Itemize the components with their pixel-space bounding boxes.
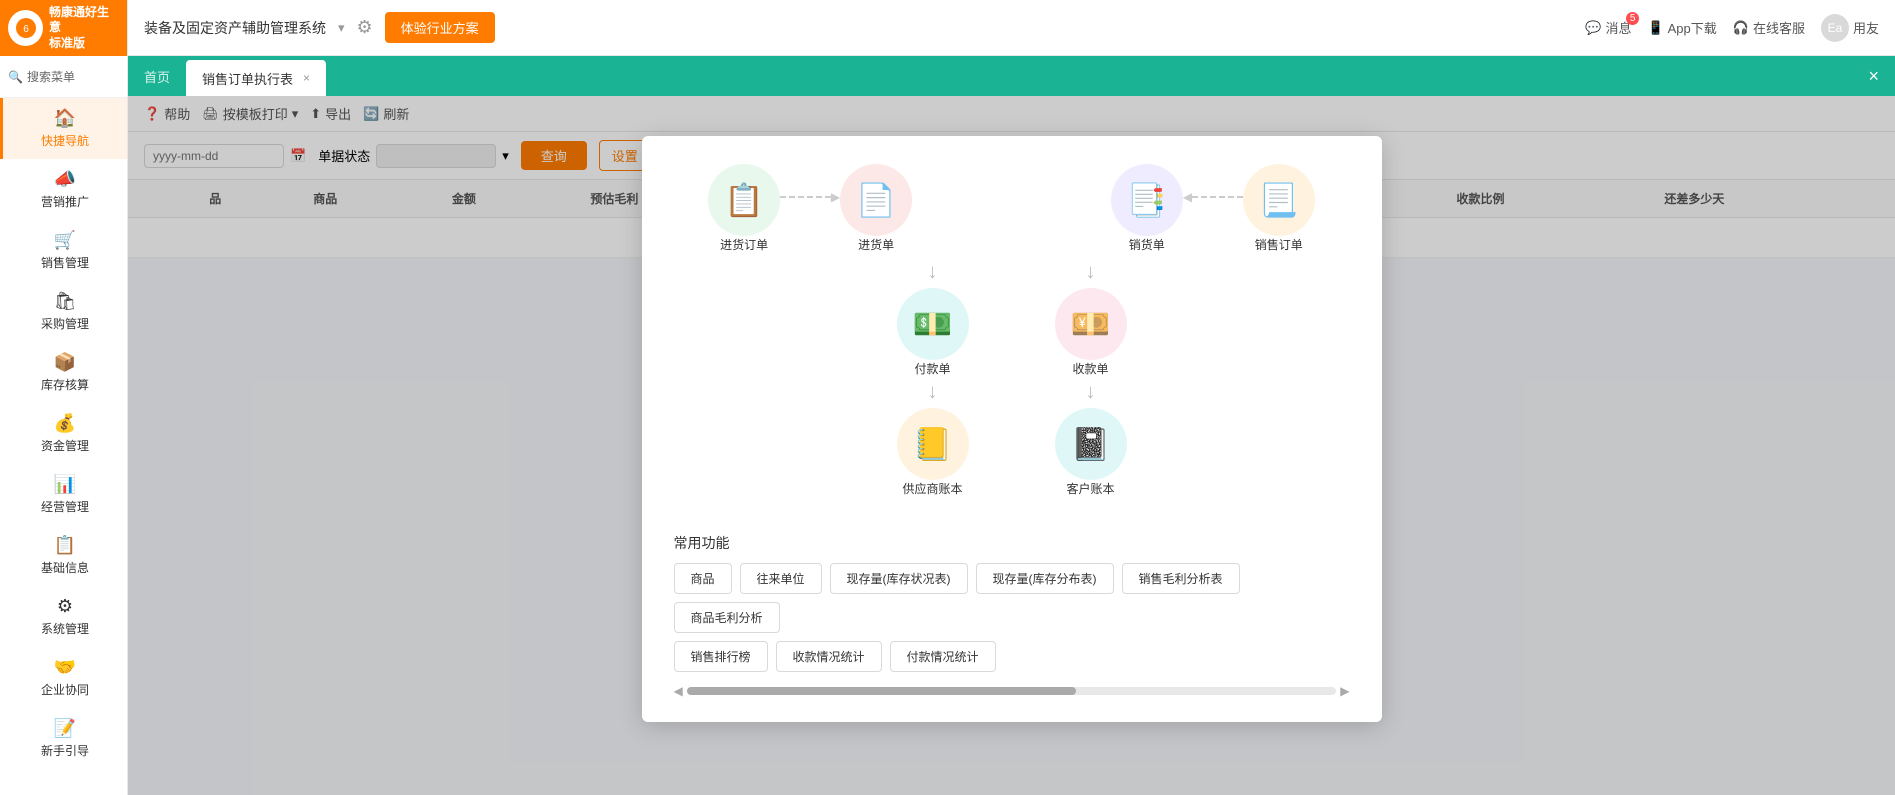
purchase-order-label: 进货订单 — [720, 236, 768, 253]
tab-close-icon[interactable]: × — [303, 71, 310, 85]
headset-icon: 🎧 — [1733, 20, 1749, 36]
page-content: ❓ 帮助 🖨 按模板打印 ▾ ⬆ 导出 🔄 刷新 — [128, 96, 1895, 795]
tab-bar-close-icon[interactable]: × — [1852, 56, 1895, 96]
receipt-bill-node[interactable]: 💴 收款单 — [1055, 288, 1127, 377]
receipt-bill-label: 收款单 — [1072, 360, 1108, 377]
user-menu[interactable]: Ea 用友 — [1821, 14, 1879, 42]
trial-button[interactable]: 体验行业方案 — [385, 12, 495, 43]
top-bar: 装备及固定资产辅助管理系统 ▾ ⚙ 体验行业方案 💬 消息 5 📱 App下载 … — [128, 0, 1895, 56]
purchase-order-icon: 📋 — [708, 164, 780, 236]
sale-order-label: 销售订单 — [1255, 236, 1303, 253]
logo-text: 畅康通好生意 标准版 — [49, 5, 119, 52]
sidebar-item-finance[interactable]: 💰 资金管理 — [0, 403, 127, 464]
svg-text:6: 6 — [23, 24, 29, 35]
operations-icon: 📊 — [54, 474, 76, 495]
main-content: 装备及固定资产辅助管理系统 ▾ ⚙ 体验行业方案 💬 消息 5 📱 App下载 … — [128, 0, 1895, 795]
supplier-ledger-label: 供应商账本 — [902, 480, 962, 497]
message-action[interactable]: 💬 消息 5 — [1585, 18, 1631, 37]
receipt-bill-icon: 💴 — [1055, 288, 1127, 360]
sidebar-item-quick-nav[interactable]: 🏠 快捷导航 — [0, 98, 127, 159]
sale-bill-label: 销货单 — [1129, 236, 1165, 253]
purchase-order-node[interactable]: 📋 进货订单 — [708, 164, 780, 253]
flow-section: 📋 进货订单 ▶ 📄 — [674, 164, 1350, 525]
message-icon: 💬 — [1585, 20, 1601, 36]
sidebar-item-inventory[interactable]: 📦 库存核算 — [0, 342, 127, 403]
payment-bill-icon: 💵 — [897, 288, 969, 360]
sidebar-nav: 🏠 快捷导航 📣 营销推广 🛒 销售管理 🛍 采购管理 📦 库存核算 💰 — [0, 98, 127, 795]
payment-bill-node[interactable]: 💵 付款单 — [897, 288, 969, 377]
func-buttons-row1: 商品 往来单位 现存量(库存状况表) 现存量(库存分布表) 销售毛利分析表 商品… — [674, 563, 1350, 633]
system-title: 装备及固定资产辅助管理系统 — [144, 18, 326, 38]
scroll-right-icon[interactable]: ▶ — [1340, 684, 1349, 698]
search-menu-button[interactable]: 🔍 搜索菜单 — [8, 64, 119, 89]
modal-scrollbar[interactable]: ◀ ▶ — [674, 684, 1350, 698]
func-btn-goods-profit[interactable]: 商品毛利分析 — [674, 602, 780, 633]
app-download-action[interactable]: 📱 App下载 — [1647, 18, 1716, 37]
sidebar-search[interactable]: 🔍 搜索菜单 — [0, 56, 127, 98]
supplier-ledger-icon: 📒 — [897, 408, 969, 480]
search-icon: 🔍 — [8, 70, 23, 84]
sale-bill-node[interactable]: 📑 销货单 — [1111, 164, 1183, 253]
online-service-action[interactable]: 🎧 在线客服 — [1733, 18, 1805, 37]
scroll-thumb[interactable] — [687, 687, 1077, 695]
sales-icon: 🛒 — [54, 230, 76, 251]
func-btn-receipt-stats[interactable]: 收款情况统计 — [776, 641, 882, 672]
sidebar-item-enterprise[interactable]: 🤝 企业协同 — [0, 647, 127, 708]
sale-order-icon: 📃 — [1243, 164, 1315, 236]
basic-icon: 📋 — [54, 535, 76, 556]
purchase-bill-node[interactable]: 📄 进货单 — [840, 164, 912, 253]
common-functions-title: 常用功能 — [674, 533, 1350, 553]
gear-icon[interactable]: ⚙ — [357, 17, 373, 38]
payment-bill-label: 付款单 — [914, 360, 950, 377]
sidebar-item-guide[interactable]: 📝 新手引导 — [0, 708, 127, 769]
func-btn-sales-rank[interactable]: 销售排行榜 — [674, 641, 768, 672]
flow-modal: 📋 进货订单 ▶ 📄 — [642, 136, 1382, 722]
top-bar-actions: 💬 消息 5 📱 App下载 🎧 在线客服 Ea 用友 — [1585, 14, 1879, 42]
customer-ledger-node[interactable]: 📓 客户账本 — [1055, 408, 1127, 497]
avatar: Ea — [1821, 14, 1849, 42]
sidebar-item-operations[interactable]: 📊 经营管理 — [0, 464, 127, 525]
scroll-track — [687, 687, 1337, 695]
guide-icon: 📝 — [54, 718, 76, 739]
func-btn-sales-profit[interactable]: 销售毛利分析表 — [1122, 563, 1240, 594]
func-btn-goods[interactable]: 商品 — [674, 563, 732, 594]
scroll-left-icon[interactable]: ◀ — [674, 684, 683, 698]
logo-icon: 6 — [8, 10, 43, 46]
finance-icon: 💰 — [54, 413, 76, 434]
purchase-bill-icon: 📄 — [840, 164, 912, 236]
inventory-icon: 📦 — [54, 352, 76, 373]
func-btn-payment-stats[interactable]: 付款情况统计 — [890, 641, 996, 672]
func-btn-stock-dist[interactable]: 现存量(库存分布表) — [976, 563, 1114, 594]
dropdown-arrow-icon[interactable]: ▾ — [338, 20, 345, 36]
sidebar-item-system[interactable]: ⚙ 系统管理 — [0, 586, 127, 647]
tab-sales-order[interactable]: 销售订单执行表 × — [186, 60, 326, 96]
tab-home[interactable]: 首页 — [128, 56, 186, 96]
message-badge: 5 — [1626, 12, 1640, 25]
func-btn-stock-status[interactable]: 现存量(库存状况表) — [830, 563, 968, 594]
sidebar-item-purchase[interactable]: 🛍 采购管理 — [0, 281, 127, 342]
sale-order-node[interactable]: 📃 销售订单 — [1243, 164, 1315, 253]
customer-ledger-icon: 📓 — [1055, 408, 1127, 480]
sidebar-item-marketing[interactable]: 📣 营销推广 — [0, 159, 127, 220]
sale-bill-icon: 📑 — [1111, 164, 1183, 236]
func-btn-partner[interactable]: 往来单位 — [740, 563, 822, 594]
modal-overlay[interactable]: 📋 进货订单 ▶ 📄 — [128, 96, 1895, 795]
sidebar-logo: 6 畅康通好生意 标准版 — [0, 0, 127, 56]
tab-bar: 首页 销售订单执行表 × × — [128, 56, 1895, 96]
enterprise-icon: 🤝 — [54, 657, 76, 678]
home-icon: 🏠 — [54, 108, 76, 129]
customer-ledger-label: 客户账本 — [1066, 480, 1114, 497]
marketing-icon: 📣 — [54, 169, 76, 190]
system-icon: ⚙ — [57, 596, 73, 617]
purchase-icon: 🛍 — [54, 291, 77, 312]
sidebar: 6 畅康通好生意 标准版 🔍 搜索菜单 🏠 快捷导航 📣 营销推广 � — [0, 0, 128, 795]
sidebar-item-basic[interactable]: 📋 基础信息 — [0, 525, 127, 586]
common-functions: 常用功能 商品 往来单位 现存量(库存状况表) 现存量(库存分布表) 销售毛利分… — [674, 533, 1350, 672]
sidebar-item-sales[interactable]: 🛒 销售管理 — [0, 220, 127, 281]
purchase-bill-label: 进货单 — [858, 236, 894, 253]
func-buttons-row2: 销售排行榜 收款情况统计 付款情况统计 — [674, 641, 1350, 672]
supplier-ledger-node[interactable]: 📒 供应商账本 — [897, 408, 969, 497]
phone-icon: 📱 — [1647, 20, 1663, 36]
